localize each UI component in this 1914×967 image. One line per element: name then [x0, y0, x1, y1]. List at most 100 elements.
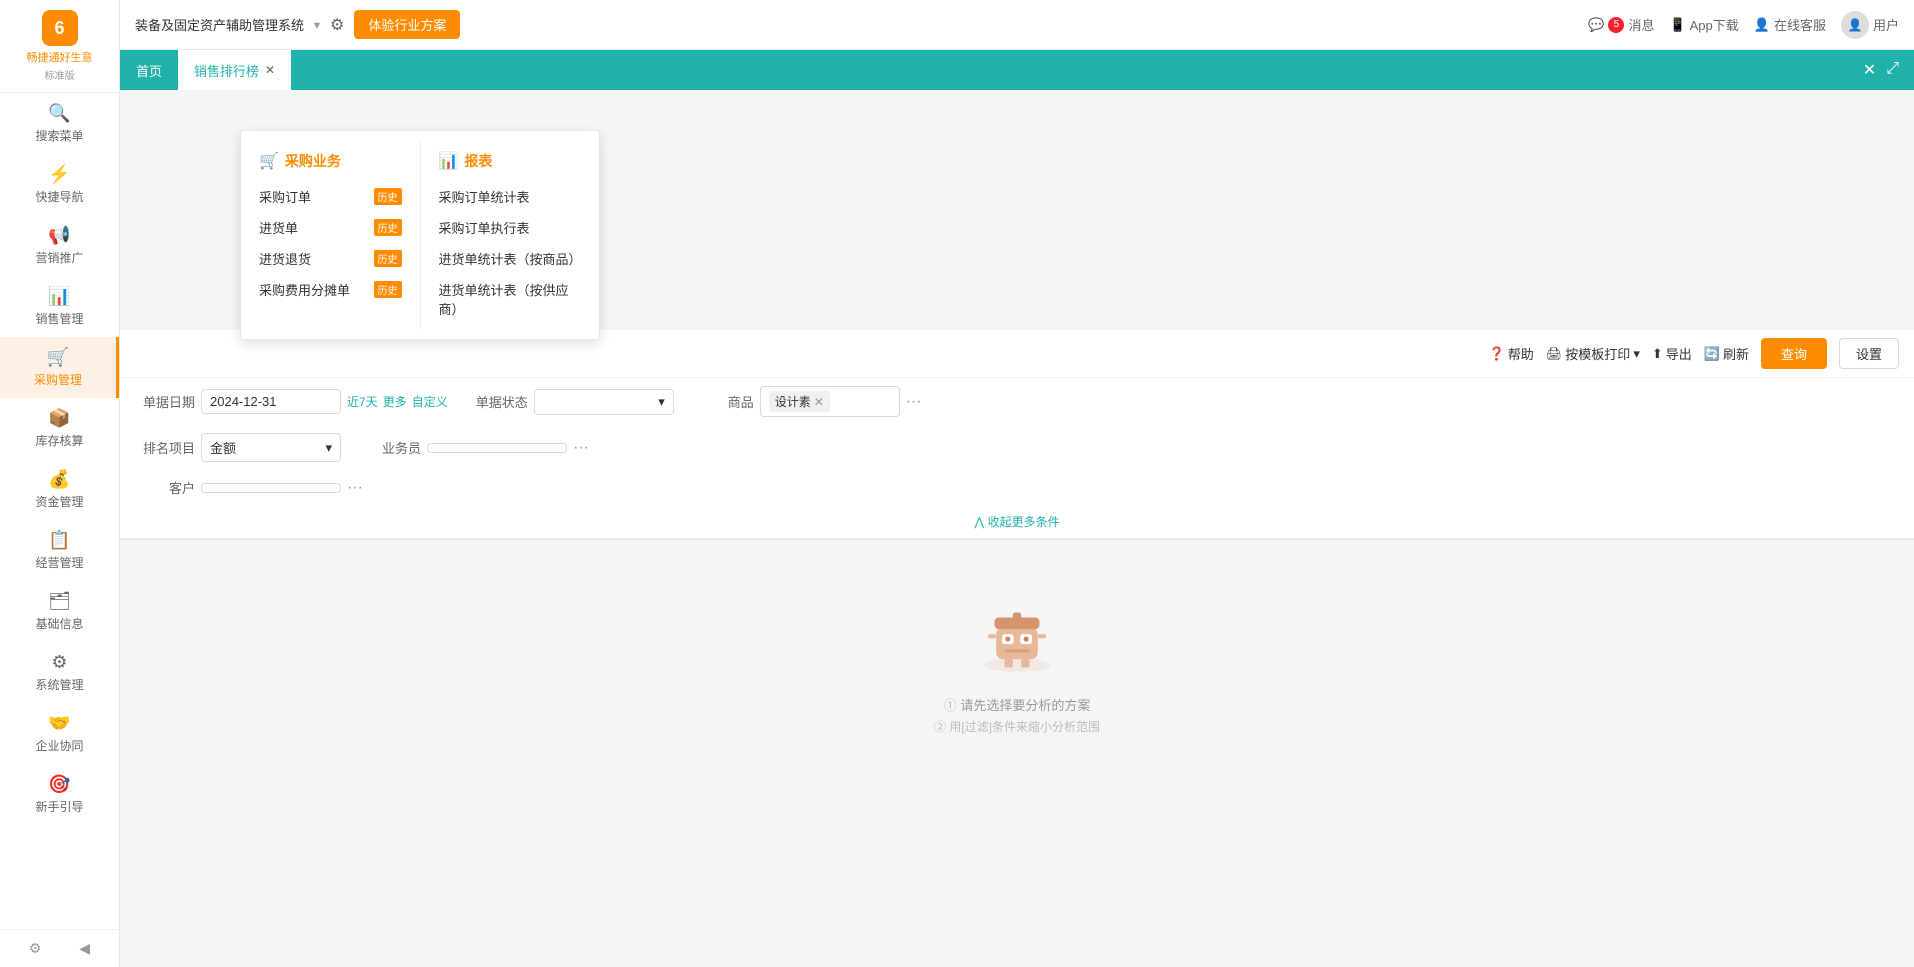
status-input[interactable]: ▾: [534, 389, 674, 415]
date-input[interactable]: 2024-12-31: [201, 389, 341, 414]
topbar-settings-icon[interactable]: ⚙: [330, 15, 344, 35]
service-icon: 👤: [1754, 17, 1770, 33]
finance-label: 资金管理: [35, 493, 83, 510]
settings-bottom-icon[interactable]: ⚙: [29, 940, 42, 957]
report-col-header: 📊 报表: [431, 146, 590, 176]
goods-return-history-badge: 历史: [374, 250, 402, 267]
dropdown-item-purchase-order-stat[interactable]: 采购订单统计表: [431, 181, 590, 212]
industry-solution-button[interactable]: 体验行业方案: [354, 10, 460, 39]
export-button[interactable]: ⬆ 导出: [1652, 344, 1692, 363]
tab-home[interactable]: 首页: [120, 50, 178, 90]
customer-label: 客户: [135, 478, 195, 497]
goods-input[interactable]: 设计素 ✕: [760, 386, 900, 417]
sidebar-item-quick-nav[interactable]: ⚡快捷导航: [0, 154, 119, 215]
help-button[interactable]: ❓ 帮助: [1489, 344, 1534, 363]
sidebar-item-system[interactable]: ⚙系统管理: [0, 642, 119, 703]
dropdown-item-purchase-order[interactable]: 采购订单 历史: [251, 181, 410, 212]
goods-tag-close-icon[interactable]: ✕: [814, 395, 824, 409]
report-header-icon: 📊: [439, 151, 459, 171]
message-icon: 💬: [1588, 17, 1604, 33]
sidebar-item-sales[interactable]: 📊销售管理: [0, 276, 119, 337]
tab-close-icon[interactable]: ✕: [265, 63, 275, 77]
filter-row-3: 客户 ···: [120, 470, 1914, 505]
shortcut-7days[interactable]: 近7天: [347, 393, 378, 410]
basic-label: 基础信息: [35, 615, 83, 632]
sidebar-item-inventory[interactable]: 📦库存核算: [0, 398, 119, 459]
search-label: 搜索菜单: [35, 127, 83, 144]
salesman-more-icon[interactable]: ···: [573, 439, 589, 457]
dropdown-item-purchase-fee[interactable]: 采购费用分摊单 历史: [251, 274, 410, 305]
sales-icon: 📊: [48, 286, 70, 307]
dropdown-item-goods-in[interactable]: 进货单 历史: [251, 212, 410, 243]
dropdown-item-goods-return[interactable]: 进货退货 历史: [251, 243, 410, 274]
salesman-input[interactable]: [427, 443, 567, 453]
collapse-label: 收起更多条件: [988, 515, 1060, 529]
goods-in-stat-goods-label: 进货单统计表（按商品）: [439, 249, 582, 268]
inventory-icon: 📦: [48, 408, 70, 429]
status-arrow-icon: ▾: [658, 394, 665, 410]
sidebar-item-purchase[interactable]: 🛒采购管理: [0, 337, 119, 398]
enterprise-label: 企业协同: [35, 737, 83, 754]
shortcut-custom[interactable]: 自定义: [412, 393, 448, 410]
sidebar-item-marketing[interactable]: 📢营销推广: [0, 215, 119, 276]
dropdown-item-purchase-order-exec[interactable]: 采购订单执行表: [431, 212, 590, 243]
settings-button[interactable]: 设置: [1839, 338, 1899, 369]
collapse-button[interactable]: ⋀ 收起更多条件: [120, 505, 1914, 539]
finance-icon: 💰: [48, 469, 70, 490]
dropdown-item-goods-in-stat-supplier[interactable]: 进货单统计表（按供应商）: [431, 274, 590, 324]
purchase-col-header: 🛒 采购业务: [251, 146, 410, 176]
filter-rank-field: 排名项目 金额 ▾: [135, 433, 341, 462]
customer-input[interactable]: [201, 483, 341, 493]
goods-label: 商品: [694, 392, 754, 411]
date-shortcuts: 近7天 更多 自定义: [347, 393, 448, 410]
collapse-sidebar-icon[interactable]: ◀: [79, 940, 90, 957]
system-label: 系统管理: [35, 676, 83, 693]
purchase-dropdown-menu: 🛒 采购业务 采购订单 历史 进货单 历史 进货退货 历史 采购费用分摊单: [240, 130, 600, 340]
purchase-order-exec-label: 采购订单执行表: [439, 218, 530, 237]
shortcut-more[interactable]: 更多: [383, 393, 407, 410]
message-action[interactable]: 💬 5 消息: [1588, 15, 1654, 34]
online-service-action[interactable]: 👤 在线客服: [1754, 15, 1826, 34]
online-service-label: 在线客服: [1774, 15, 1826, 34]
tab-home-label: 首页: [136, 61, 162, 80]
filter-salesman-field: 业务员 ···: [361, 438, 589, 457]
purchase-order-stat-label: 采购订单统计表: [439, 187, 530, 206]
window-resize-icon[interactable]: ⤢: [1886, 60, 1899, 80]
tab-sales-rank-label: 销售排行榜: [194, 61, 259, 80]
message-badge: 5: [1608, 17, 1624, 33]
goods-more-icon[interactable]: ···: [906, 393, 922, 411]
report-header-label: 报表: [464, 151, 492, 171]
user-label: 用户: [1873, 15, 1899, 34]
window-close-icon[interactable]: ✕: [1863, 60, 1876, 80]
sidebar-bottom: ⚙ ◀: [0, 929, 119, 967]
newbie-label: 新手引导: [35, 798, 83, 815]
refresh-button[interactable]: 🔄 刷新: [1704, 344, 1749, 363]
empty-illustration: [967, 600, 1067, 680]
sidebar-item-basic[interactable]: 🗂基础信息: [0, 581, 119, 642]
search-icon: 🔍: [48, 103, 70, 124]
app-download-action[interactable]: 📱 App下载: [1669, 15, 1738, 34]
status-label: 单据状态: [468, 392, 528, 411]
sidebar-item-newbie[interactable]: 🎯新手引导: [0, 764, 119, 825]
query-button[interactable]: 查询: [1761, 338, 1827, 369]
collapse-icon: ⋀: [974, 515, 984, 529]
purchase-header-icon: 🛒: [259, 151, 279, 171]
rank-input[interactable]: 金额 ▾: [201, 433, 341, 462]
dropdown-item-goods-in-stat-goods[interactable]: 进货单统计表（按商品）: [431, 243, 590, 274]
customer-more-icon[interactable]: ···: [347, 479, 363, 497]
sidebar-item-enterprise[interactable]: 🤝企业协同: [0, 703, 119, 764]
user-action[interactable]: 👤 用户: [1841, 11, 1899, 39]
sidebar-item-search[interactable]: 🔍 搜索菜单: [0, 93, 119, 154]
sidebar: 6 畅捷通好生意 标准版 🔍搜索菜单⚡快捷导航📢营销推广📊销售管理🛒采购管理📦库…: [0, 0, 120, 967]
refresh-icon: 🔄: [1704, 346, 1720, 362]
tabbar: 首页 销售排行榜 ✕ ✕ ⤢: [120, 50, 1914, 90]
sidebar-item-operation[interactable]: 📋经营管理: [0, 520, 119, 581]
print-template-button[interactable]: 🖨 按模板打印 ▾: [1546, 344, 1640, 363]
dropdown-arrow-icon[interactable]: ▾: [314, 18, 320, 32]
empty-hint-1: ① 请先选择要分析的方案: [944, 695, 1091, 714]
tab-sales-rank[interactable]: 销售排行榜 ✕: [178, 50, 291, 90]
quick-nav-icon: ⚡: [48, 164, 70, 185]
purchase-fee-label: 采购费用分摊单: [259, 280, 350, 299]
sidebar-item-finance[interactable]: 💰 资金管理: [0, 459, 119, 520]
rank-label: 排名项目: [135, 438, 195, 457]
